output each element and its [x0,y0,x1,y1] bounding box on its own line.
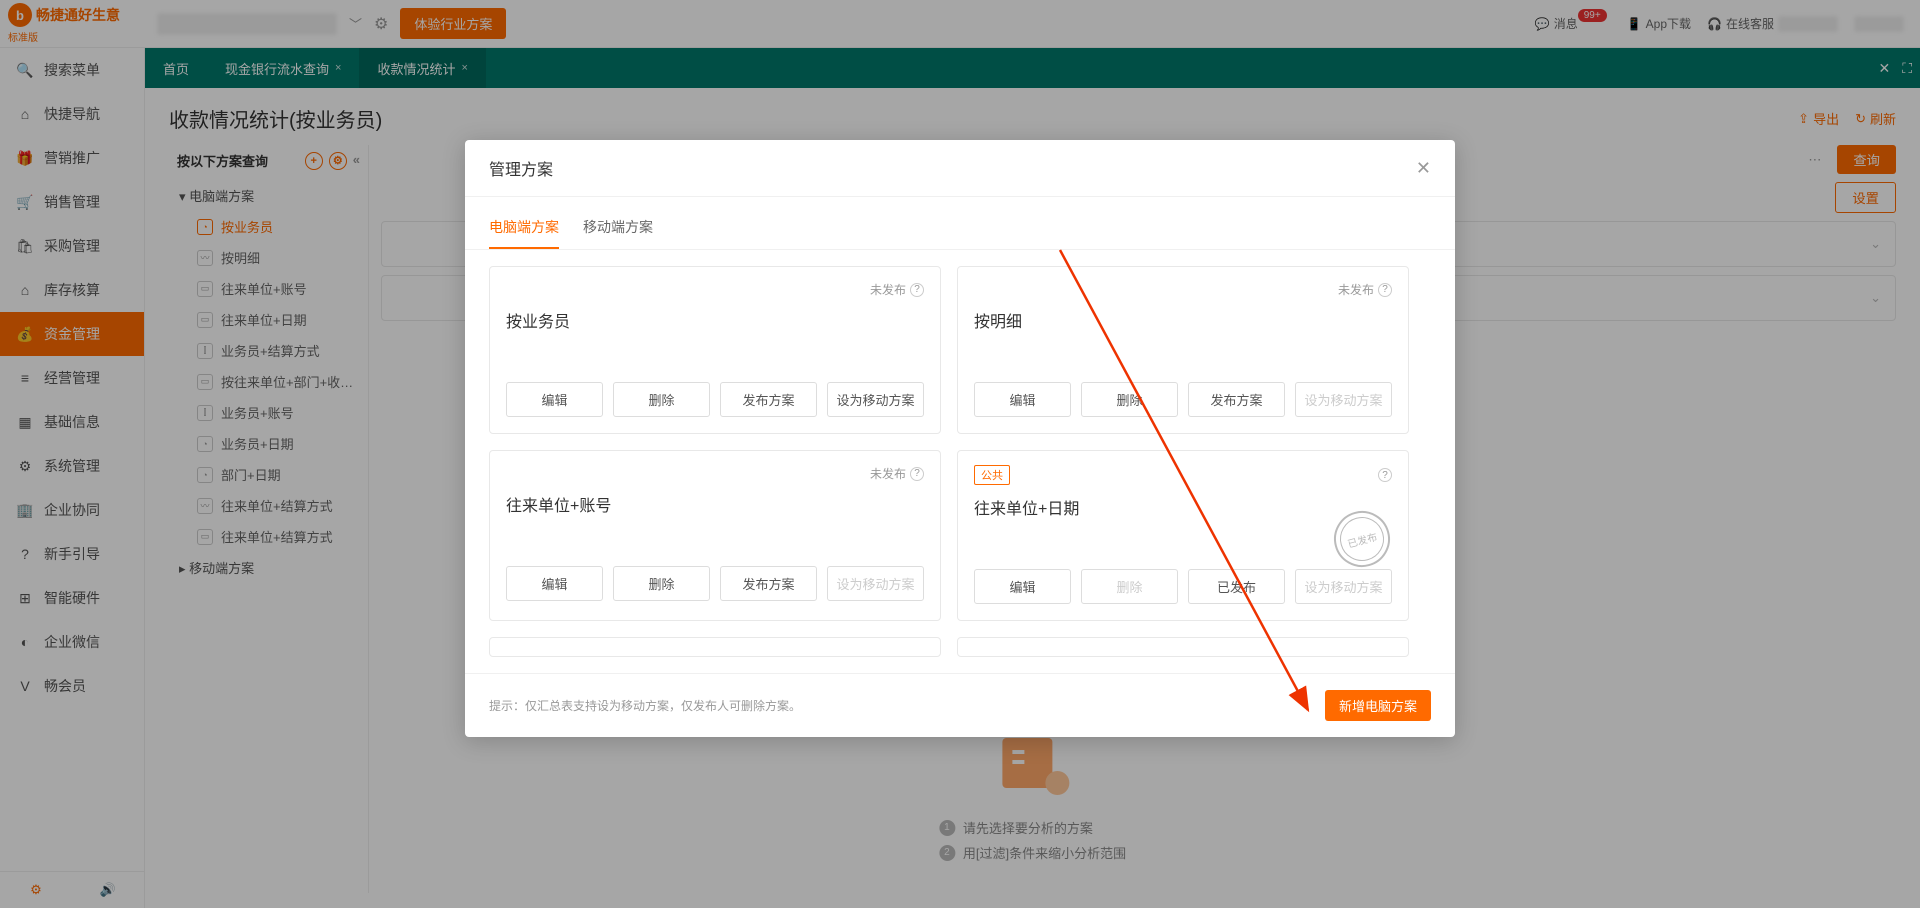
modal-tab-mobile[interactable]: 移动端方案 [583,209,653,249]
new-scheme-button[interactable]: 新增电脑方案 [1325,690,1431,721]
edit-button[interactable]: 编辑 [974,569,1071,604]
modal-close-button[interactable]: ✕ [1416,158,1431,179]
publish-button[interactable]: 已发布 [1188,569,1285,604]
card-status: 未发布 ? [870,465,924,482]
set-mobile-button[interactable]: 设为移动方案 [827,382,924,417]
edit-button[interactable]: 编辑 [506,566,603,601]
card-title: 往来单位+账号 [506,492,924,516]
help-icon[interactable]: ? [910,467,924,481]
set-mobile-button: 设为移动方案 [1295,382,1392,417]
delete-button[interactable]: 删除 [613,382,710,417]
scheme-card-peek [489,637,941,657]
scheme-card-3: 公共 ?往来单位+日期已发布编辑删除已发布设为移动方案 [957,450,1409,621]
card-title: 按业务员 [506,308,924,332]
scheme-card-2: 未发布 ? 往来单位+账号编辑删除发布方案设为移动方案 [489,450,941,621]
edit-button[interactable]: 编辑 [974,382,1071,417]
delete-button: 删除 [1081,569,1178,604]
publish-button[interactable]: 发布方案 [720,566,817,601]
scheme-card-0: 未发布 ? 按业务员编辑删除发布方案设为移动方案 [489,266,941,434]
card-status: 未发布 ? [1338,281,1392,298]
card-status: ? [1378,468,1392,482]
card-status: 未发布 ? [870,281,924,298]
edit-button[interactable]: 编辑 [506,382,603,417]
modal-tab-desktop[interactable]: 电脑端方案 [489,209,559,249]
publish-button[interactable]: 发布方案 [720,382,817,417]
delete-button[interactable]: 删除 [613,566,710,601]
scheme-card-1: 未发布 ? 按明细编辑删除发布方案设为移动方案 [957,266,1409,434]
set-mobile-button: 设为移动方案 [827,566,924,601]
card-title: 往来单位+日期 [974,495,1392,519]
delete-button[interactable]: 删除 [1081,382,1178,417]
manage-scheme-modal: 管理方案 ✕ 电脑端方案 移动端方案 未发布 ?按业务员编辑删除发布方案设为移动… [465,140,1455,737]
help-icon[interactable]: ? [910,283,924,297]
help-icon[interactable]: ? [1378,468,1392,482]
set-mobile-button: 设为移动方案 [1295,569,1392,604]
card-title: 按明细 [974,308,1392,332]
modal-title: 管理方案 [489,156,553,180]
scheme-card-peek [957,637,1409,657]
help-icon[interactable]: ? [1378,283,1392,297]
publish-button[interactable]: 发布方案 [1188,382,1285,417]
modal-hint: 提示：仅汇总表支持设为移动方案，仅发布人可删除方案。 [489,697,801,714]
public-tag: 公共 [974,465,1010,485]
